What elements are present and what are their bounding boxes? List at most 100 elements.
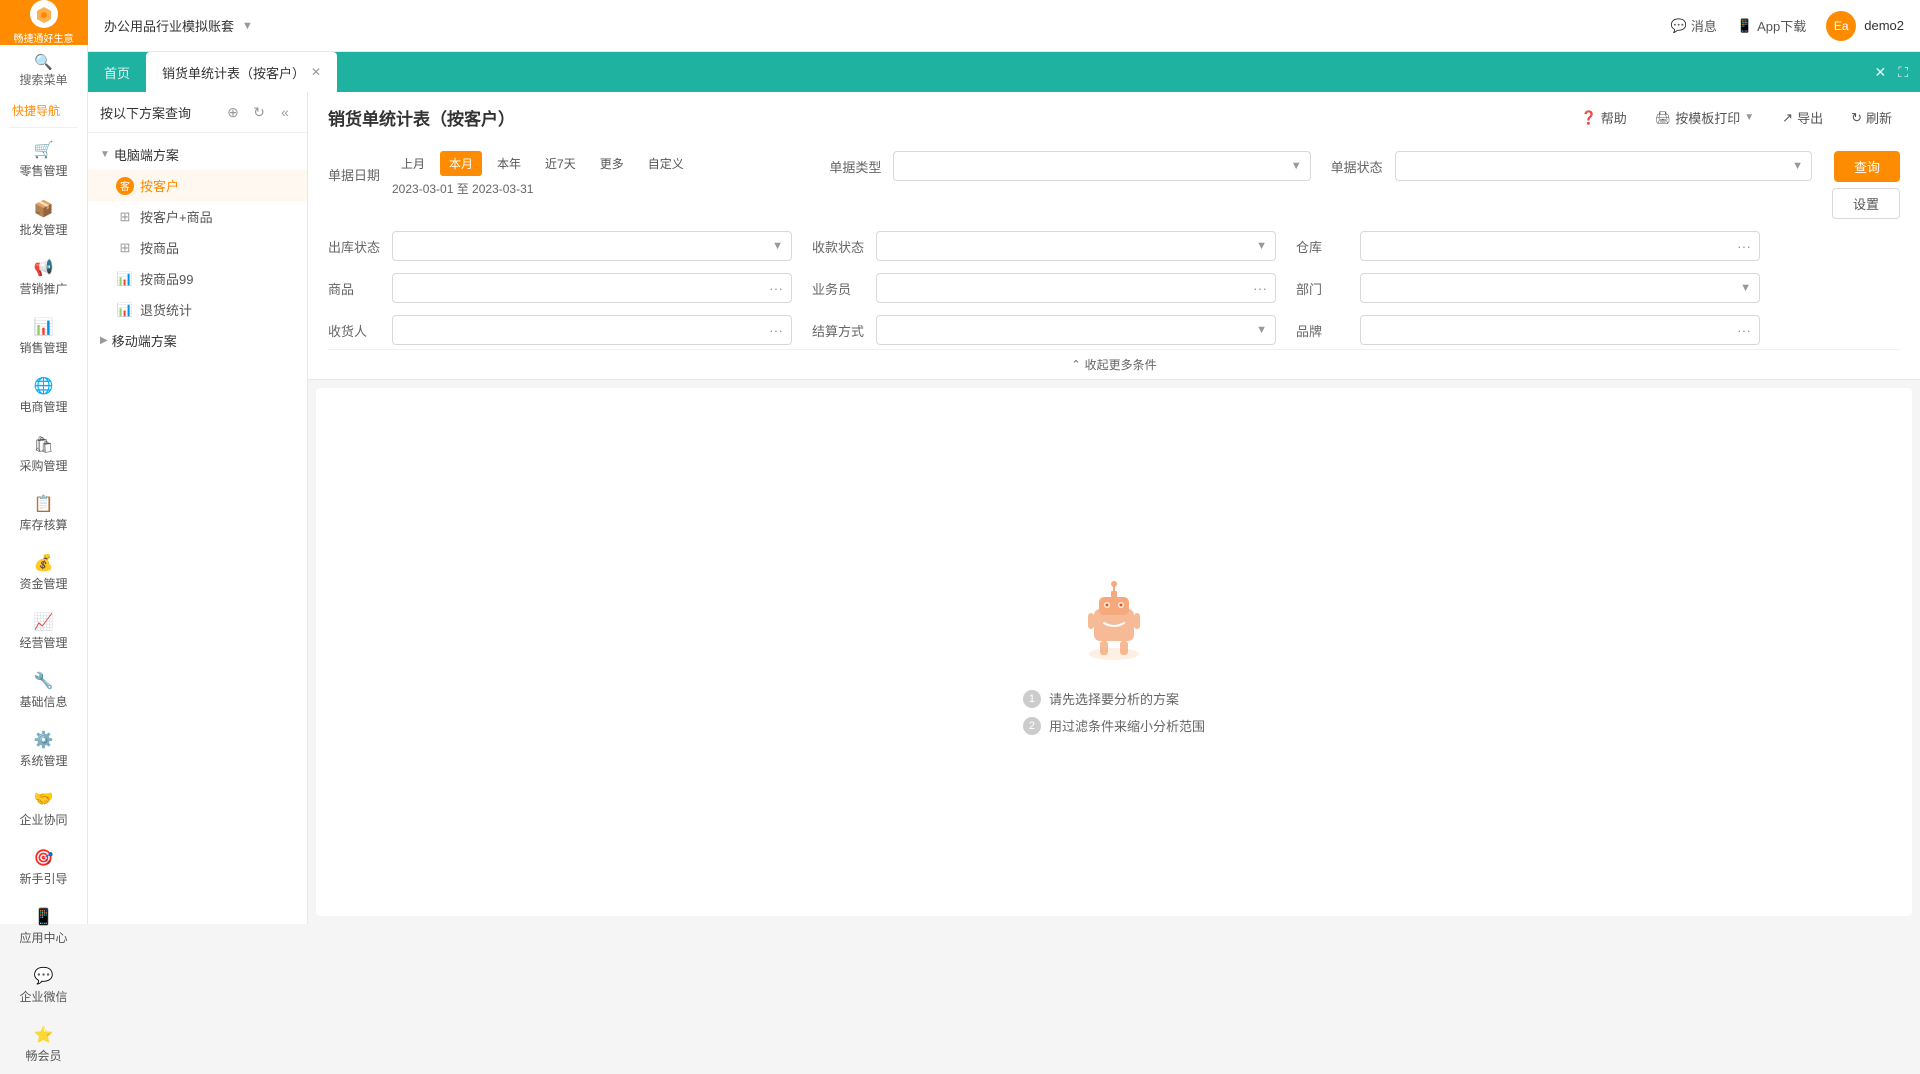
collapse-bar[interactable]: ⌃ 收起更多条件 — [328, 349, 1900, 379]
tab-expand-icon[interactable]: ⛶ — [1898, 64, 1908, 81]
sidebar-item-operations[interactable]: 📈 经营管理 — [0, 602, 87, 661]
date-current-year[interactable]: 本年 — [488, 151, 530, 176]
goods-label: 商品 — [328, 279, 384, 298]
tree-child-by-customer[interactable]: 客 按客户 — [88, 170, 307, 201]
print-button[interactable]: 🖨 按模板打印 ▼ — [1647, 104, 1762, 131]
dept-input[interactable]: ▼ — [1360, 273, 1760, 303]
warehouse-ellipsis: ··· — [1737, 238, 1751, 254]
tab-minimize-icon[interactable]: ✕ — [1874, 64, 1886, 81]
tab-sales-stat[interactable]: 销货单统计表（按客户） ✕ — [146, 52, 337, 92]
sidebar-item-apps[interactable]: 📱 应用中心 — [0, 897, 87, 956]
date-bar: 上月 本月 本年 近7天 更多 自定义 — [392, 151, 809, 176]
sidebar-item-ecommerce[interactable]: 🌐 电商管理 — [0, 366, 87, 425]
sidebar-item-system[interactable]: ⚙️ 系统管理 — [0, 720, 87, 779]
tree-child-by-customer-goods[interactable]: ⊞ 按客户+商品 — [88, 201, 307, 232]
filter-order-status: 单据状态 ▼ — [1331, 151, 1812, 181]
filter-out-status: 出库状态 ▼ — [328, 231, 792, 261]
page-actions: ❓ 帮助 🖨 按模板打印 ▼ ↗ 导出 ↻ — [1573, 104, 1900, 131]
tree-mobile-section[interactable]: ▶ 移动端方案 — [88, 325, 307, 356]
order-status-input[interactable]: ▼ — [1395, 151, 1812, 181]
settings-button[interactable]: 设置 — [1832, 188, 1900, 219]
member-icon: ⭐ — [34, 1025, 54, 1045]
account-dropdown[interactable]: ▼ — [242, 20, 253, 32]
add-scheme-icon[interactable]: ⊕ — [223, 102, 243, 122]
date-custom[interactable]: 自定义 — [639, 151, 693, 176]
user-menu[interactable]: Ea demo2 — [1826, 11, 1904, 41]
tab-close-icon[interactable]: ✕ — [311, 66, 321, 78]
wholesale-icon: 📦 — [34, 199, 54, 219]
filter-order-type: 单据类型 ▼ — [829, 151, 1310, 181]
sidebar-item-member[interactable]: ⭐ 畅会员 — [0, 1015, 87, 1074]
sidebar-navigation: 快捷导航 🛒 零售管理 📦 批发管理 📢 营销推广 📊 销售管理 🌐 电商管理 … — [0, 96, 87, 1074]
help-button[interactable]: ❓ 帮助 — [1573, 104, 1635, 131]
refresh-button[interactable]: ↻ 刷新 — [1843, 104, 1900, 131]
goods-input[interactable]: ··· — [392, 273, 792, 303]
empty-tip-2: 2 用过滤条件来缩小分析范围 — [1023, 716, 1205, 735]
collapse-icon: ⌃ — [1071, 358, 1080, 371]
logo[interactable]: 畅捷通好生意 — [0, 0, 88, 45]
app-download-button[interactable]: 📱 App下载 — [1737, 16, 1806, 35]
tree-child-return-stat[interactable]: 📊 退货统计 — [88, 294, 307, 325]
sidebar-item-sales[interactable]: 📊 销售管理 — [0, 307, 87, 366]
tab-home[interactable]: 首页 — [88, 52, 146, 92]
salesperson-input[interactable]: ··· — [876, 273, 1276, 303]
warehouse-input[interactable]: ··· — [1360, 231, 1760, 261]
sidebar-item-newbie[interactable]: 🎯 新手引导 — [0, 838, 87, 897]
date-last-month[interactable]: 上月 — [392, 151, 434, 176]
logo-text: 畅捷通好生意 — [14, 30, 74, 45]
sidebar-item-marketing[interactable]: 📢 营销推广 — [0, 248, 87, 307]
receipt-status-chevron: ▼ — [1256, 240, 1267, 252]
out-status-label: 出库状态 — [328, 237, 384, 256]
settlement-input[interactable]: ▼ — [876, 315, 1276, 345]
tree-desktop-section[interactable]: ▼ 电脑端方案 — [88, 139, 307, 170]
receipt-status-input[interactable]: ▼ — [876, 231, 1276, 261]
sidebar-item-purchase[interactable]: 🛍 采购管理 — [0, 425, 87, 484]
top-bar-left: 办公用品行业模拟账套 ▼ — [104, 16, 253, 35]
sidebar-item-corp[interactable]: 🤝 企业协同 — [0, 779, 87, 838]
empty-tip-1: 1 请先选择要分析的方案 — [1023, 689, 1205, 708]
sidebar-item-inventory[interactable]: 📋 库存核算 — [0, 484, 87, 543]
message-button[interactable]: 💬 消息 — [1671, 16, 1717, 35]
receiver-input[interactable]: ··· — [392, 315, 792, 345]
inventory-icon: 📋 — [34, 494, 54, 514]
goods-ellipsis: ··· — [769, 280, 783, 296]
tree-child-by-goods99[interactable]: 📊 按商品99 — [88, 263, 307, 294]
tip-num-1: 1 — [1023, 690, 1041, 708]
out-status-input[interactable]: ▼ — [392, 231, 792, 261]
scheme-icon-2: ⊞ — [116, 239, 134, 257]
tree-child-by-goods[interactable]: ⊞ 按商品 — [88, 232, 307, 263]
sidebar-item-basic[interactable]: 🔧 基础信息 — [0, 661, 87, 720]
export-button[interactable]: ↗ 导出 — [1774, 104, 1831, 131]
settlement-chevron: ▼ — [1256, 324, 1267, 336]
dept-chevron: ▼ — [1740, 282, 1751, 294]
date-more[interactable]: 更多 — [591, 151, 633, 176]
date-current-month[interactable]: 本月 — [440, 151, 482, 176]
sidebar-item-retail[interactable]: 🛒 零售管理 — [0, 130, 87, 189]
sidebar-item-wholesale[interactable]: 📦 批发管理 — [0, 189, 87, 248]
brand-label: 品牌 — [1296, 321, 1352, 340]
warehouse-label: 仓库 — [1296, 237, 1352, 256]
refresh-scheme-icon[interactable]: ↻ — [249, 102, 269, 122]
print-icon: 🖨 — [1655, 110, 1672, 126]
scheme-icon-3: 📊 — [116, 270, 134, 288]
sidebar-shortcut[interactable]: 快捷导航 — [0, 96, 87, 125]
date-last-7[interactable]: 近7天 — [536, 151, 585, 176]
receipt-status-label: 收款状态 — [812, 237, 868, 256]
salesperson-label: 业务员 — [812, 279, 868, 298]
filter-goods: 商品 ··· — [328, 273, 792, 303]
tree-mobile-arrow-icon: ▶ — [100, 335, 108, 346]
order-type-chevron: ▼ — [1291, 160, 1302, 172]
left-panel-icons: ⊕ ↻ « — [223, 102, 295, 122]
collapse-panel-icon[interactable]: « — [275, 102, 295, 122]
main-area: 办公用品行业模拟账套 ▼ 💬 消息 📱 App下载 Ea demo2 首页 — [88, 0, 1920, 924]
order-type-input[interactable]: ▼ — [893, 151, 1310, 181]
filter-date: 单据日期 上月 本月 本年 近7天 更多 自定义 20 — [328, 151, 809, 197]
query-button[interactable]: 查询 — [1834, 151, 1900, 182]
brand-input[interactable]: ··· — [1360, 315, 1760, 345]
receiver-label: 收货人 — [328, 321, 384, 340]
sidebar-item-wechat[interactable]: 💬 企业微信 — [0, 956, 87, 1015]
sales-icon: 📊 — [34, 317, 54, 337]
sidebar-item-finance[interactable]: 💰 资金管理 — [0, 543, 87, 602]
sidebar-search[interactable]: 🔍 搜索菜单 — [0, 45, 87, 96]
filter-brand: 品牌 ··· — [1296, 315, 1760, 345]
